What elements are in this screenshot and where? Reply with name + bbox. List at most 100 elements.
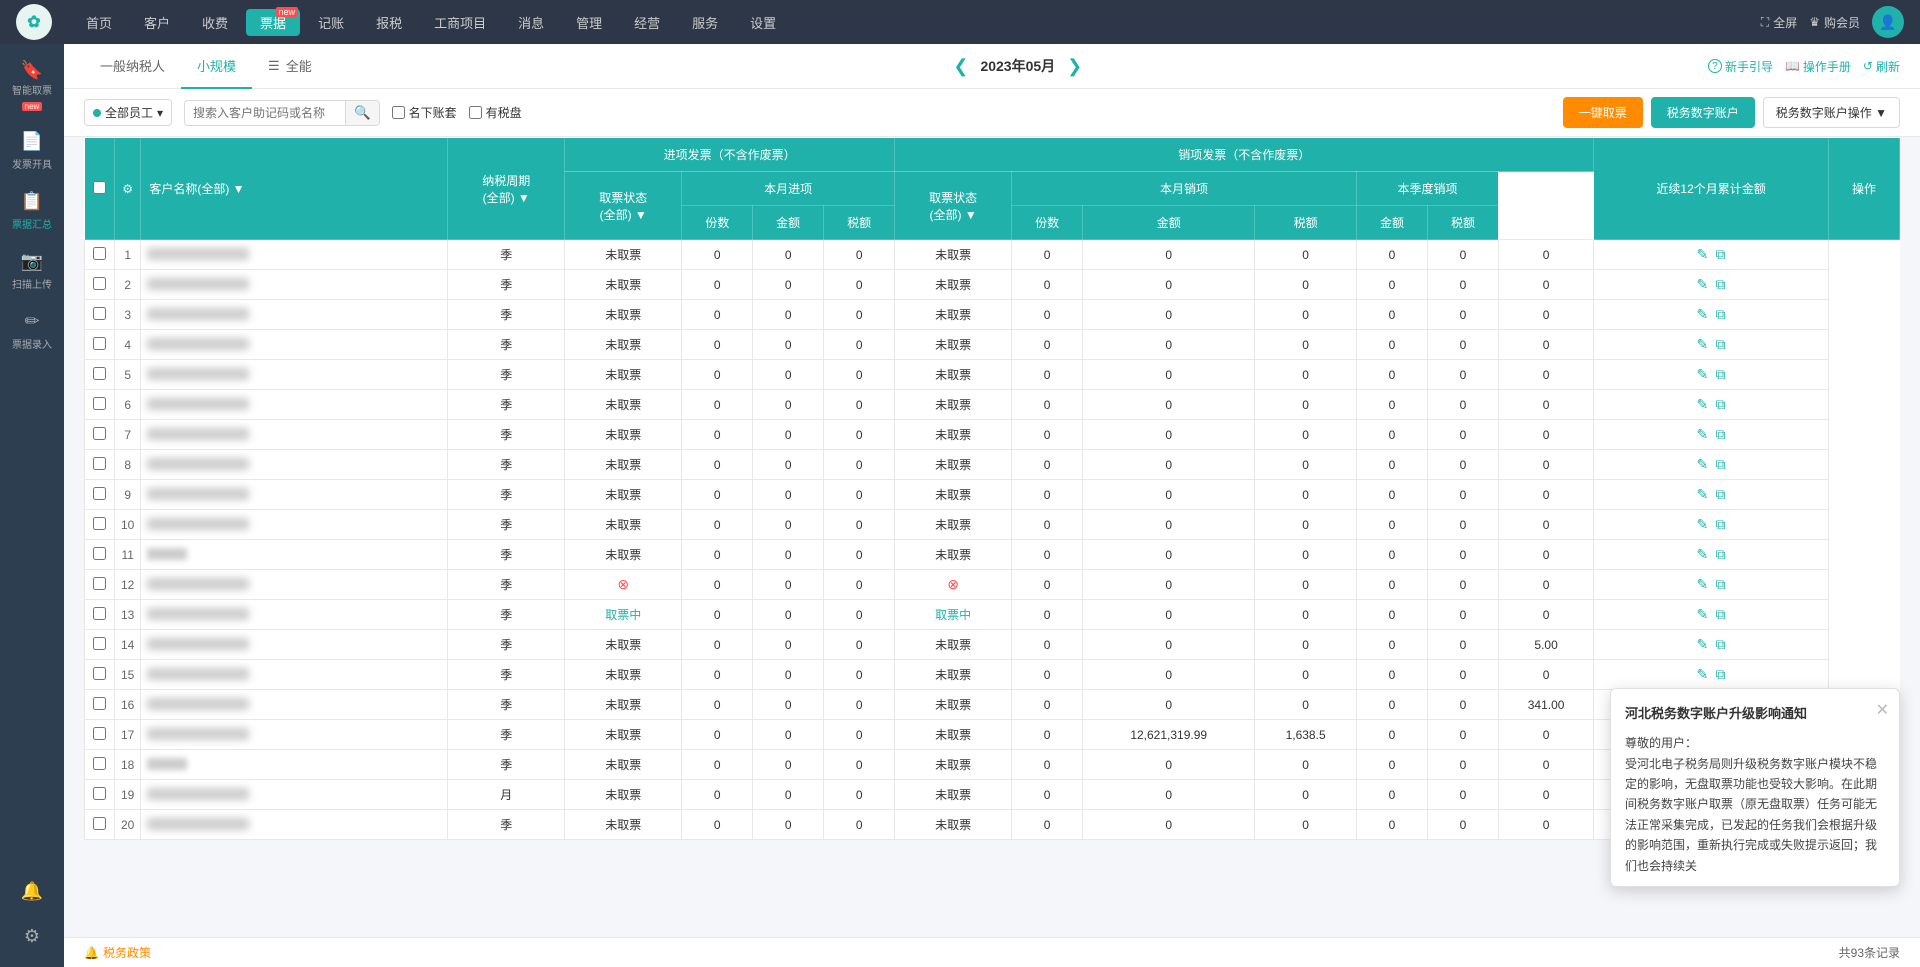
nav-invoice[interactable]: 票据 new — [246, 9, 300, 36]
checkbox-own-accounts-input[interactable] — [392, 106, 405, 119]
edit-icon[interactable]: ✎ — [1697, 426, 1709, 442]
row-checkbox[interactable] — [93, 487, 106, 500]
copy-icon[interactable]: ⧉ — [1716, 516, 1726, 532]
nav-operation[interactable]: 经营 — [620, 9, 674, 36]
row-checkbox[interactable] — [93, 457, 106, 470]
edit-icon[interactable]: ✎ — [1697, 396, 1709, 412]
sidebar-item-scan[interactable]: 📷 扫描上传 — [0, 243, 64, 299]
checkbox-has-taxpad-input[interactable] — [469, 106, 482, 119]
select-all-checkbox[interactable] — [93, 181, 106, 194]
edit-icon[interactable]: ✎ — [1697, 666, 1709, 682]
fullscreen-btn[interactable]: ⛶ 全屏 — [1761, 14, 1797, 31]
copy-icon[interactable]: ⧉ — [1716, 636, 1726, 652]
tax-digital-account-ops-btn[interactable]: 税务数字账户操作 ▼ — [1763, 97, 1900, 128]
filter-dot — [93, 109, 101, 117]
row-checkbox[interactable] — [93, 727, 106, 740]
nav-settings[interactable]: 设置 — [736, 9, 790, 36]
row-checkbox[interactable] — [93, 577, 106, 590]
tab-all[interactable]: ☰ 全能 — [252, 44, 328, 89]
row-checkbox[interactable] — [93, 787, 106, 800]
tab-general-taxpayer[interactable]: 一般纳税人 — [84, 44, 181, 89]
edit-icon[interactable]: ✎ — [1697, 606, 1709, 622]
policy-link[interactable]: 🔔 税务政策 — [84, 944, 151, 961]
edit-icon[interactable]: ✎ — [1697, 366, 1709, 382]
edit-icon[interactable]: ✎ — [1697, 636, 1709, 652]
edit-icon[interactable]: ✎ — [1697, 246, 1709, 262]
edit-icon[interactable]: ✎ — [1697, 276, 1709, 292]
sidebar-item-invoice-summary[interactable]: 📋 票据汇总 — [0, 183, 64, 239]
row-checkbox[interactable] — [93, 817, 106, 830]
search-input[interactable] — [185, 102, 345, 124]
sidebar-item-config[interactable]: ⚙ — [17, 918, 47, 955]
copy-icon[interactable]: ⧉ — [1716, 486, 1726, 502]
edit-icon[interactable]: ✎ — [1697, 306, 1709, 322]
prev-date-btn[interactable]: ❮ — [953, 56, 968, 77]
row-customer-name: ████ — [141, 540, 448, 570]
row-checkbox[interactable] — [93, 427, 106, 440]
nav-message[interactable]: 消息 — [504, 9, 558, 36]
th-quarter-sales: 本季度销项 — [1356, 172, 1498, 206]
row-checkbox[interactable] — [93, 277, 106, 290]
tax-digital-account-btn[interactable]: 税务数字账户 — [1651, 97, 1755, 128]
popup-close-btn[interactable]: ✕ — [1876, 697, 1889, 724]
copy-icon[interactable]: ⧉ — [1716, 306, 1726, 322]
edit-icon[interactable]: ✎ — [1697, 546, 1709, 562]
row-checkbox[interactable] — [93, 547, 106, 560]
vip-btn[interactable]: ♛ 购会员 — [1809, 14, 1860, 31]
search-button[interactable]: 🔍 — [345, 101, 379, 125]
row-checkbox[interactable] — [93, 757, 106, 770]
tab-small-scale[interactable]: 小规模 — [181, 44, 252, 89]
row-checkbox[interactable] — [93, 337, 106, 350]
row-in-tax: 0 — [824, 720, 895, 750]
row-checkbox[interactable] — [93, 667, 106, 680]
row-checkbox[interactable] — [93, 367, 106, 380]
nav-manage[interactable]: 管理 — [562, 9, 616, 36]
copy-icon[interactable]: ⧉ — [1716, 246, 1726, 262]
edit-icon[interactable]: ✎ — [1697, 576, 1709, 592]
row-checkbox[interactable] — [93, 307, 106, 320]
edit-icon[interactable]: ✎ — [1697, 486, 1709, 502]
sidebar-item-smart-invoice[interactable]: 🔖 智能取票 new — [0, 52, 64, 119]
copy-icon[interactable]: ⧉ — [1716, 456, 1726, 472]
row-checkbox[interactable] — [93, 637, 106, 650]
row-quarter-amount: 0 — [1356, 390, 1427, 420]
nav-commerce[interactable]: 工商项目 — [420, 9, 500, 36]
employee-filter[interactable]: 全部员工 ▾ — [84, 99, 172, 126]
manual-btn[interactable]: 📖 操作手册 — [1785, 58, 1851, 75]
nav-bookkeeping[interactable]: 记账 — [304, 9, 358, 36]
copy-icon[interactable]: ⧉ — [1716, 366, 1726, 382]
next-date-btn[interactable]: ❯ — [1067, 56, 1082, 77]
row-quarter-tax: 0 — [1427, 300, 1498, 330]
nav-home[interactable]: 首页 — [72, 9, 126, 36]
copy-icon[interactable]: ⧉ — [1716, 276, 1726, 292]
sidebar-item-invoice-entry[interactable]: ✏ 票据录入 — [0, 303, 64, 359]
copy-icon[interactable]: ⧉ — [1716, 576, 1726, 592]
copy-icon[interactable]: ⧉ — [1716, 426, 1726, 442]
checkbox-has-taxpad[interactable]: 有税盘 — [469, 104, 522, 121]
checkbox-own-accounts[interactable]: 名下账套 — [392, 104, 457, 121]
nav-service[interactable]: 服务 — [678, 9, 732, 36]
sidebar-item-invoice-open[interactable]: 📄 发票开具 — [0, 123, 64, 179]
copy-icon[interactable]: ⧉ — [1716, 546, 1726, 562]
row-checkbox[interactable] — [93, 247, 106, 260]
row-checkbox[interactable] — [93, 697, 106, 710]
copy-icon[interactable]: ⧉ — [1716, 606, 1726, 622]
refresh-btn[interactable]: ↺ 刷新 — [1863, 58, 1900, 75]
row-checkbox[interactable] — [93, 517, 106, 530]
row-checkbox[interactable] — [93, 607, 106, 620]
edit-icon[interactable]: ✎ — [1697, 336, 1709, 352]
new-guide-btn[interactable]: ? 新手引导 — [1708, 58, 1773, 75]
one-click-fetch-btn[interactable]: 一键取票 — [1563, 97, 1643, 128]
nav-customer[interactable]: 客户 — [130, 9, 184, 36]
refresh-icon: ↺ — [1863, 59, 1873, 73]
sidebar-item-notification[interactable]: 🔔 — [17, 873, 47, 910]
user-avatar[interactable]: 👤 — [1872, 6, 1904, 38]
edit-icon[interactable]: ✎ — [1697, 516, 1709, 532]
nav-fee[interactable]: 收费 — [188, 9, 242, 36]
row-checkbox[interactable] — [93, 397, 106, 410]
copy-icon[interactable]: ⧉ — [1716, 666, 1726, 682]
edit-icon[interactable]: ✎ — [1697, 456, 1709, 472]
copy-icon[interactable]: ⧉ — [1716, 396, 1726, 412]
nav-tax[interactable]: 报税 — [362, 9, 416, 36]
copy-icon[interactable]: ⧉ — [1716, 336, 1726, 352]
